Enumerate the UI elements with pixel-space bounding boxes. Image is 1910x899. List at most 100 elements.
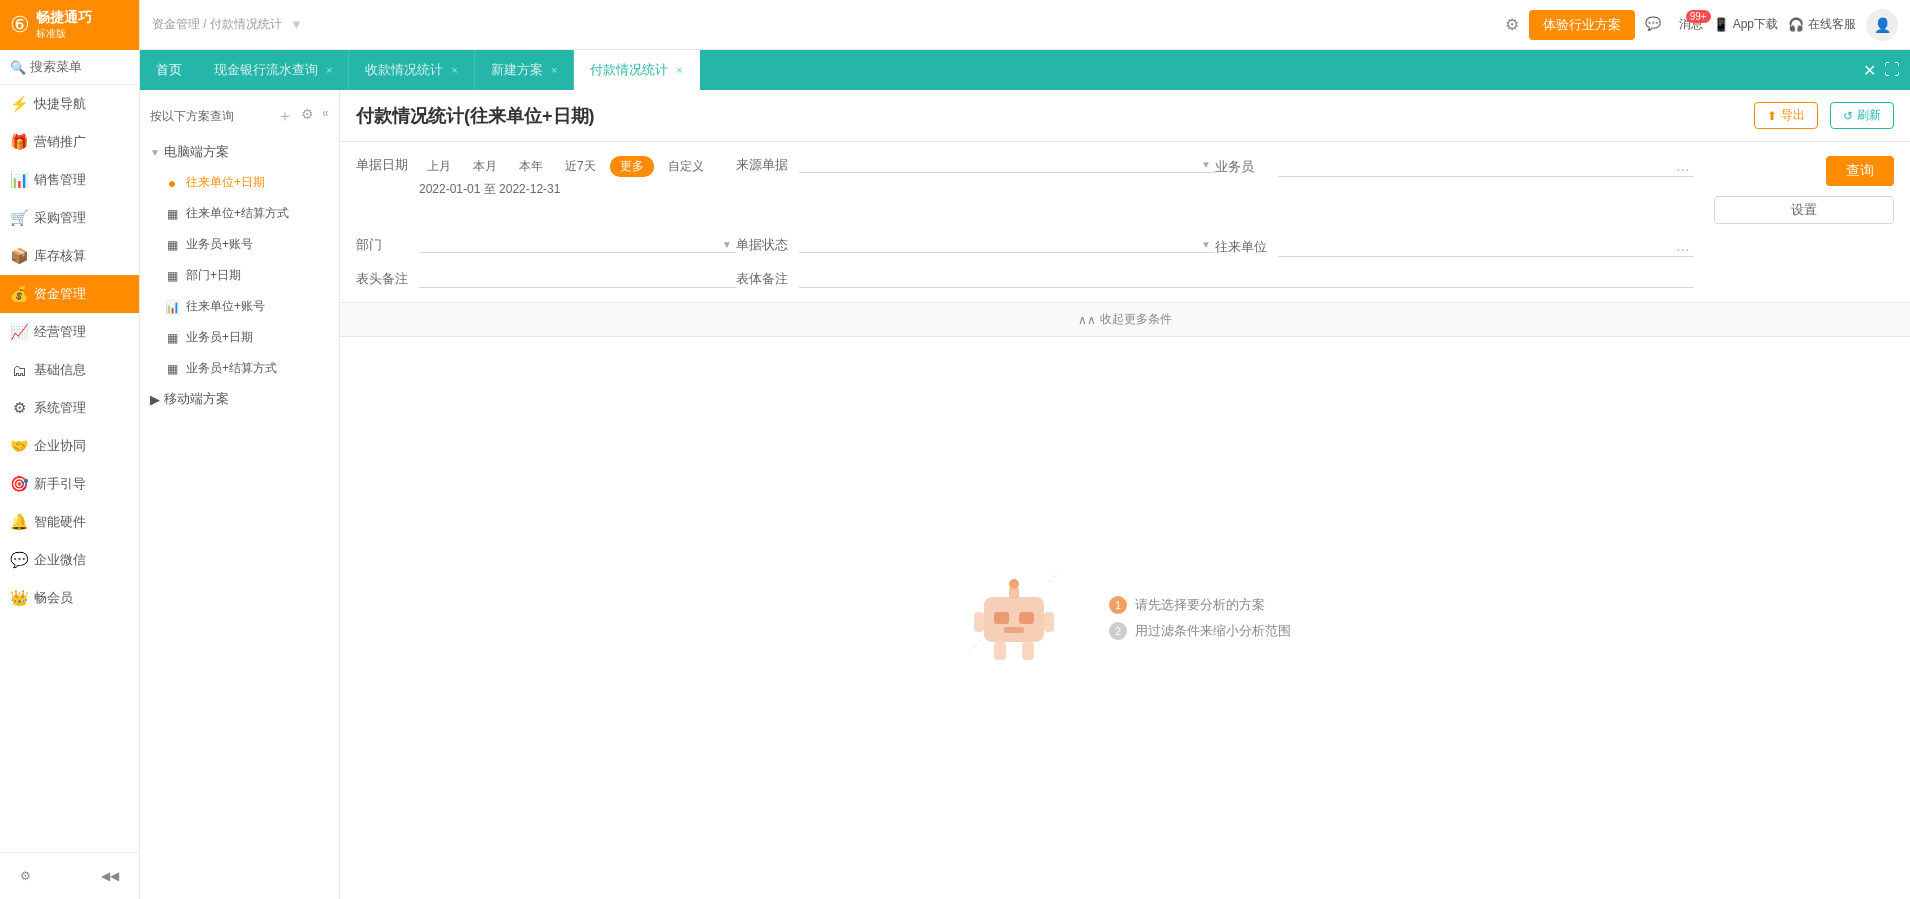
home-tab-label: 首页 <box>156 61 182 79</box>
message-count: 99+ <box>1686 10 1711 23</box>
sidebar-bottom: ⚙ ◀◀ <box>0 852 139 899</box>
operations-label: 经营管理 <box>34 323 86 341</box>
collapse-label: 收起更多条件 <box>1100 311 1172 328</box>
date-options: 上月 本月 本年 近7天 更多 自定义 <box>419 156 712 177</box>
sidebar-item-capital[interactable]: 💰 资金管理 <box>0 275 139 313</box>
export-btn[interactable]: ⬆ 导出 <box>1754 102 1818 129</box>
scheme-item-staff-date[interactable]: ▦ 业务员+日期 <box>140 322 339 353</box>
date-btn-this-year[interactable]: 本年 <box>511 156 551 177</box>
add-scheme-icon[interactable]: ＋ <box>277 106 293 127</box>
svg-rect-9 <box>1022 642 1034 660</box>
doc-status-chevron: ▼ <box>1201 239 1211 250</box>
source-select[interactable]: ▼ <box>799 157 1215 173</box>
close-bank-flow-icon[interactable]: × <box>326 64 332 76</box>
svg-line-11 <box>1049 572 1059 582</box>
message-badge[interactable]: 💬 99+ 消息 <box>1645 16 1703 33</box>
sidebar-item-guide[interactable]: 🎯 新手引导 <box>0 465 139 503</box>
cooperation-label: 企业协同 <box>34 437 86 455</box>
sidebar-item-member[interactable]: 👑 畅会员 <box>0 579 139 617</box>
left-panel-header: 按以下方案查询 ＋ ⚙ « <box>140 100 339 137</box>
expand-icon[interactable]: ⛶ <box>1884 61 1900 79</box>
quick-nav-label: 快捷导航 <box>34 95 86 113</box>
unit-account-label: 往来单位+账号 <box>186 298 265 315</box>
date-btn-custom[interactable]: 自定义 <box>660 156 712 177</box>
sidebar-item-basic-info[interactable]: 🗂 基础信息 <box>0 351 139 389</box>
right-content: 付款情况统计(往来单位+日期) ⬆ 导出 ↺ 刷新 <box>340 90 1910 899</box>
staff-ellipsis[interactable]: … <box>1676 158 1690 174</box>
app-download-btn[interactable]: 📱 App下载 <box>1713 16 1778 33</box>
unit-select[interactable]: … <box>1278 236 1694 257</box>
doc-status-select[interactable]: ▼ <box>799 237 1215 253</box>
filter-row-3: 表头备注 表体备注 <box>356 269 1894 288</box>
empty-state: 1 请先选择要分析的方案 2 用过滤条件来缩小分析范围 <box>340 337 1910 899</box>
staff-date-label: 业务员+日期 <box>186 329 253 346</box>
search-icon: 🔍 <box>10 60 26 75</box>
refresh-btn[interactable]: ↺ 刷新 <box>1830 102 1894 129</box>
unit-ellipsis[interactable]: … <box>1676 238 1690 254</box>
panel-collapse-icon[interactable]: « <box>322 106 329 127</box>
scheme-item-staff-payment[interactable]: ▦ 业务员+结算方式 <box>140 353 339 384</box>
scheme-item-unit-date[interactable]: ● 往来单位+日期 <box>140 167 339 198</box>
sidebar-item-purchase[interactable]: 🛒 采购管理 <box>0 199 139 237</box>
scheme-item-dept-date[interactable]: ▦ 部门+日期 <box>140 260 339 291</box>
page-header: 付款情况统计(往来单位+日期) ⬆ 导出 ↺ 刷新 <box>340 90 1910 142</box>
tab-bank-flow[interactable]: 现金银行流水查询 × <box>198 50 349 90</box>
scheme-settings-icon[interactable]: ⚙ <box>301 106 314 127</box>
desktop-group-arrow: ▼ <box>150 147 160 158</box>
settings-btn[interactable]: 设置 <box>1714 196 1894 224</box>
scheme-item-unit-account[interactable]: 📊 往来单位+账号 <box>140 291 339 322</box>
sidebar-item-sales[interactable]: 📊 销售管理 <box>0 161 139 199</box>
dept-filter: 部门 ▼ <box>356 236 736 254</box>
date-btn-7days[interactable]: 近7天 <box>557 156 604 177</box>
sidebar-settings-btn[interactable]: ⚙ <box>10 861 41 891</box>
header-note-filter: 表头备注 <box>356 269 736 288</box>
date-btn-last-month[interactable]: 上月 <box>419 156 459 177</box>
date-btn-more[interactable]: 更多 <box>610 156 654 177</box>
date-btn-this-month[interactable]: 本月 <box>465 156 505 177</box>
sidebar-item-wechat[interactable]: 💬 企业微信 <box>0 541 139 579</box>
tab-controls: ✕ ⛶ <box>1853 61 1910 80</box>
close-new-scheme-icon[interactable]: × <box>551 64 557 76</box>
tab-new-scheme[interactable]: 新建方案 × <box>475 50 574 90</box>
desktop-group-title[interactable]: ▼ 电脑端方案 <box>140 137 339 167</box>
topbar: 资金管理 / 付款情况统计 ▼ ⚙ 体验行业方案 💬 99+ 消息 📱 App下… <box>140 0 1910 50</box>
filter-row-1: 单据日期 上月 本月 本年 近7天 更多 自定义 2022-01-01 至 20… <box>356 156 1894 224</box>
wechat-label: 企业微信 <box>34 551 86 569</box>
sidebar-item-cooperation[interactable]: 🤝 企业协同 <box>0 427 139 465</box>
sidebar-collapse-btn[interactable]: ◀◀ <box>91 861 129 891</box>
user-avatar[interactable]: 👤 <box>1866 9 1898 41</box>
dept-select[interactable]: ▼ <box>419 237 736 253</box>
sidebar-item-hardware[interactable]: 🔔 智能硬件 <box>0 503 139 541</box>
guide-icon: 🎯 <box>10 475 28 493</box>
sidebar-item-inventory[interactable]: 📦 库存核算 <box>0 237 139 275</box>
mobile-scheme-group[interactable]: ▶ 移动端方案 <box>140 384 339 414</box>
header-note-input[interactable] <box>419 269 736 288</box>
scheme-item-staff-account[interactable]: ▦ 业务员+账号 <box>140 229 339 260</box>
trial-btn[interactable]: 体验行业方案 <box>1529 10 1635 40</box>
tab-home[interactable]: 首页 <box>140 50 198 90</box>
topbar-settings-icon[interactable]: ⚙ <box>1505 15 1519 34</box>
sidebar-search[interactable]: 🔍 搜索菜单 <box>0 50 139 85</box>
topbar-divider: ▼ <box>290 17 303 32</box>
export-icon: ⬆ <box>1767 109 1777 123</box>
member-icon: 👑 <box>10 589 28 607</box>
tab-income-stats[interactable]: 收款情况统计 × <box>349 50 474 90</box>
collapse-bar[interactable]: ∧∧ 收起更多条件 <box>340 303 1910 337</box>
mobile-group-arrow: ▶ <box>150 392 160 407</box>
sidebar-item-system[interactable]: ⚙ 系统管理 <box>0 389 139 427</box>
staff-select[interactable]: … <box>1278 156 1694 177</box>
sidebar-item-operations[interactable]: 📈 经营管理 <box>0 313 139 351</box>
close-payment-stats-icon[interactable]: × <box>676 64 682 76</box>
staff-label: 业务员 <box>1215 158 1270 176</box>
online-service-btn[interactable]: 🎧 在线客服 <box>1788 16 1856 33</box>
sidebar-item-quick-nav[interactable]: ⚡ 快捷导航 <box>0 85 139 123</box>
query-btn[interactable]: 查询 <box>1826 156 1894 186</box>
sidebar: ⑥ 畅捷通巧 标准版 🔍 搜索菜单 ⚡ 快捷导航 🎁 营销推广 📊 销售管理 🛒… <box>0 0 140 899</box>
body-note-input[interactable] <box>799 269 1694 288</box>
tab-payment-stats[interactable]: 付款情况统计 × <box>574 50 699 90</box>
close-all-icon[interactable]: ✕ <box>1863 61 1876 80</box>
close-income-stats-icon[interactable]: × <box>451 64 457 76</box>
sidebar-item-marketing[interactable]: 🎁 营销推广 <box>0 123 139 161</box>
scheme-item-unit-payment[interactable]: ▦ 往来单位+结算方式 <box>140 198 339 229</box>
svg-rect-1 <box>994 612 1009 624</box>
